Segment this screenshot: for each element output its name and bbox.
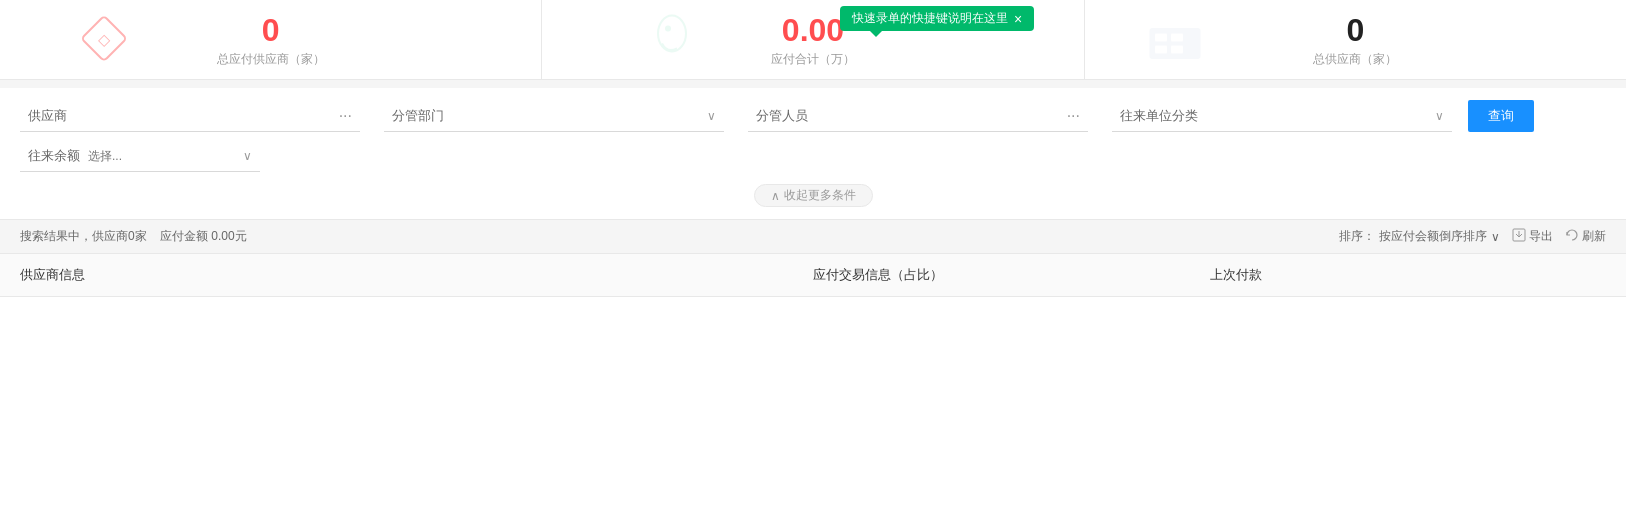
manager-filter[interactable]: 分管人员 ··· xyxy=(748,100,1088,132)
unit-category-input[interactable] xyxy=(1206,108,1431,123)
balance-arrow[interactable]: ∨ xyxy=(243,149,252,163)
query-button[interactable]: 查询 xyxy=(1468,100,1534,132)
diamond-icon: ◇ xyxy=(80,14,128,65)
stat-payable-suppliers: ◇ 0 总应付供应商（家） xyxy=(0,0,542,79)
balance-filter[interactable]: 往来余额 ∨ xyxy=(20,140,260,172)
result-bar: 搜索结果中，供应商0家 应付金额 0.00元 排序： 按应付会额倒序排序 ∨ 导… xyxy=(0,220,1626,254)
result-actions: 排序： 按应付会额倒序排序 ∨ 导出 刷新 xyxy=(1339,228,1606,245)
result-text: 搜索结果中，供应商0家 xyxy=(20,229,147,243)
svg-point-2 xyxy=(658,15,686,51)
department-input[interactable] xyxy=(452,108,703,123)
collapse-label: 收起更多条件 xyxy=(784,187,856,204)
sort-label: 排序： xyxy=(1339,228,1375,245)
balance-label: 往来余额 xyxy=(28,147,80,165)
svg-text:◇: ◇ xyxy=(98,30,111,47)
sort-value: 按应付会额倒序排序 xyxy=(1379,228,1487,245)
table-area: 供应商信息 应付交易信息（占比） 上次付款 xyxy=(0,254,1626,515)
result-info: 搜索结果中，供应商0家 应付金额 0.00元 xyxy=(20,228,247,245)
supplier-label: 供应商 xyxy=(28,107,67,125)
unit-category-filter[interactable]: 往来单位分类 ∨ xyxy=(1112,100,1452,132)
total-suppliers-value: 0 xyxy=(1346,11,1364,49)
manager-dots[interactable]: ··· xyxy=(1067,107,1080,125)
filter-row-1: 供应商 ··· 分管部门 ∨ 分管人员 ··· 往来单位分类 ∨ 查询 xyxy=(20,100,1606,132)
svg-point-3 xyxy=(665,25,671,31)
table-header: 供应商信息 应付交易信息（占比） 上次付款 xyxy=(0,254,1626,297)
stat-total-suppliers: 0 总供应商（家） xyxy=(1085,0,1626,79)
payable-suppliers-label: 总应付供应商（家） xyxy=(217,51,325,68)
th-payable-info: 应付交易信息（占比） xyxy=(813,266,1210,284)
tooltip-text: 快速录单的快捷键说明在这里 xyxy=(852,10,1008,27)
stat-payable-total: 0.00 应付合计（万） 快速录单的快捷键说明在这里 × xyxy=(542,0,1084,79)
tooltip-close-btn[interactable]: × xyxy=(1014,12,1022,26)
supplier-filter[interactable]: 供应商 ··· xyxy=(20,100,360,132)
sort-select[interactable]: 排序： 按应付会额倒序排序 ∨ xyxy=(1339,228,1500,245)
table-body xyxy=(0,297,1626,515)
svg-rect-6 xyxy=(1171,33,1183,41)
svg-rect-4 xyxy=(1150,28,1200,58)
payable-total-value: 0.00 xyxy=(782,11,844,49)
bean-icon xyxy=(642,8,702,71)
collapse-icon: ∧ xyxy=(771,189,780,203)
stats-bar: ◇ 0 总应付供应商（家） 0.00 应付合计（万） 快速录单的快捷键说明在这里… xyxy=(0,0,1626,80)
th-supplier-info: 供应商信息 xyxy=(20,266,813,284)
payable-suppliers-value: 0 xyxy=(262,11,280,49)
unit-category-label: 往来单位分类 xyxy=(1120,107,1198,125)
department-filter[interactable]: 分管部门 ∨ xyxy=(384,100,724,132)
filter-area: 供应商 ··· 分管部门 ∨ 分管人员 ··· 往来单位分类 ∨ 查询 xyxy=(0,88,1626,220)
collapse-button[interactable]: ∧ 收起更多条件 xyxy=(754,184,873,207)
department-arrow[interactable]: ∨ xyxy=(707,109,716,123)
refresh-button[interactable]: 刷新 xyxy=(1565,228,1606,245)
payable-total-label: 应付合计（万） xyxy=(771,51,855,68)
export-icon xyxy=(1512,228,1526,245)
supplier-dots[interactable]: ··· xyxy=(339,107,352,125)
sort-arrow[interactable]: ∨ xyxy=(1491,230,1500,244)
collapse-row: ∧ 收起更多条件 xyxy=(20,180,1606,211)
refresh-icon xyxy=(1565,228,1579,245)
export-button[interactable]: 导出 xyxy=(1512,228,1553,245)
supplier-input[interactable] xyxy=(75,108,335,123)
svg-rect-7 xyxy=(1155,45,1167,53)
svg-rect-5 xyxy=(1155,33,1167,41)
shortcut-tooltip: 快速录单的快捷键说明在这里 × xyxy=(840,6,1034,31)
result-amount: 应付金额 0.00元 xyxy=(160,229,247,243)
manager-label: 分管人员 xyxy=(756,107,808,125)
export-label: 导出 xyxy=(1529,228,1553,245)
total-suppliers-label: 总供应商（家） xyxy=(1313,51,1397,68)
manager-input[interactable] xyxy=(816,108,1063,123)
department-label: 分管部门 xyxy=(392,107,444,125)
svg-rect-8 xyxy=(1171,45,1183,53)
th-last-payment: 上次付款 xyxy=(1210,266,1607,284)
refresh-label: 刷新 xyxy=(1582,228,1606,245)
filter-row-2: 往来余额 ∨ xyxy=(20,140,1606,172)
unit-category-arrow[interactable]: ∨ xyxy=(1435,109,1444,123)
balance-input[interactable] xyxy=(88,149,239,163)
